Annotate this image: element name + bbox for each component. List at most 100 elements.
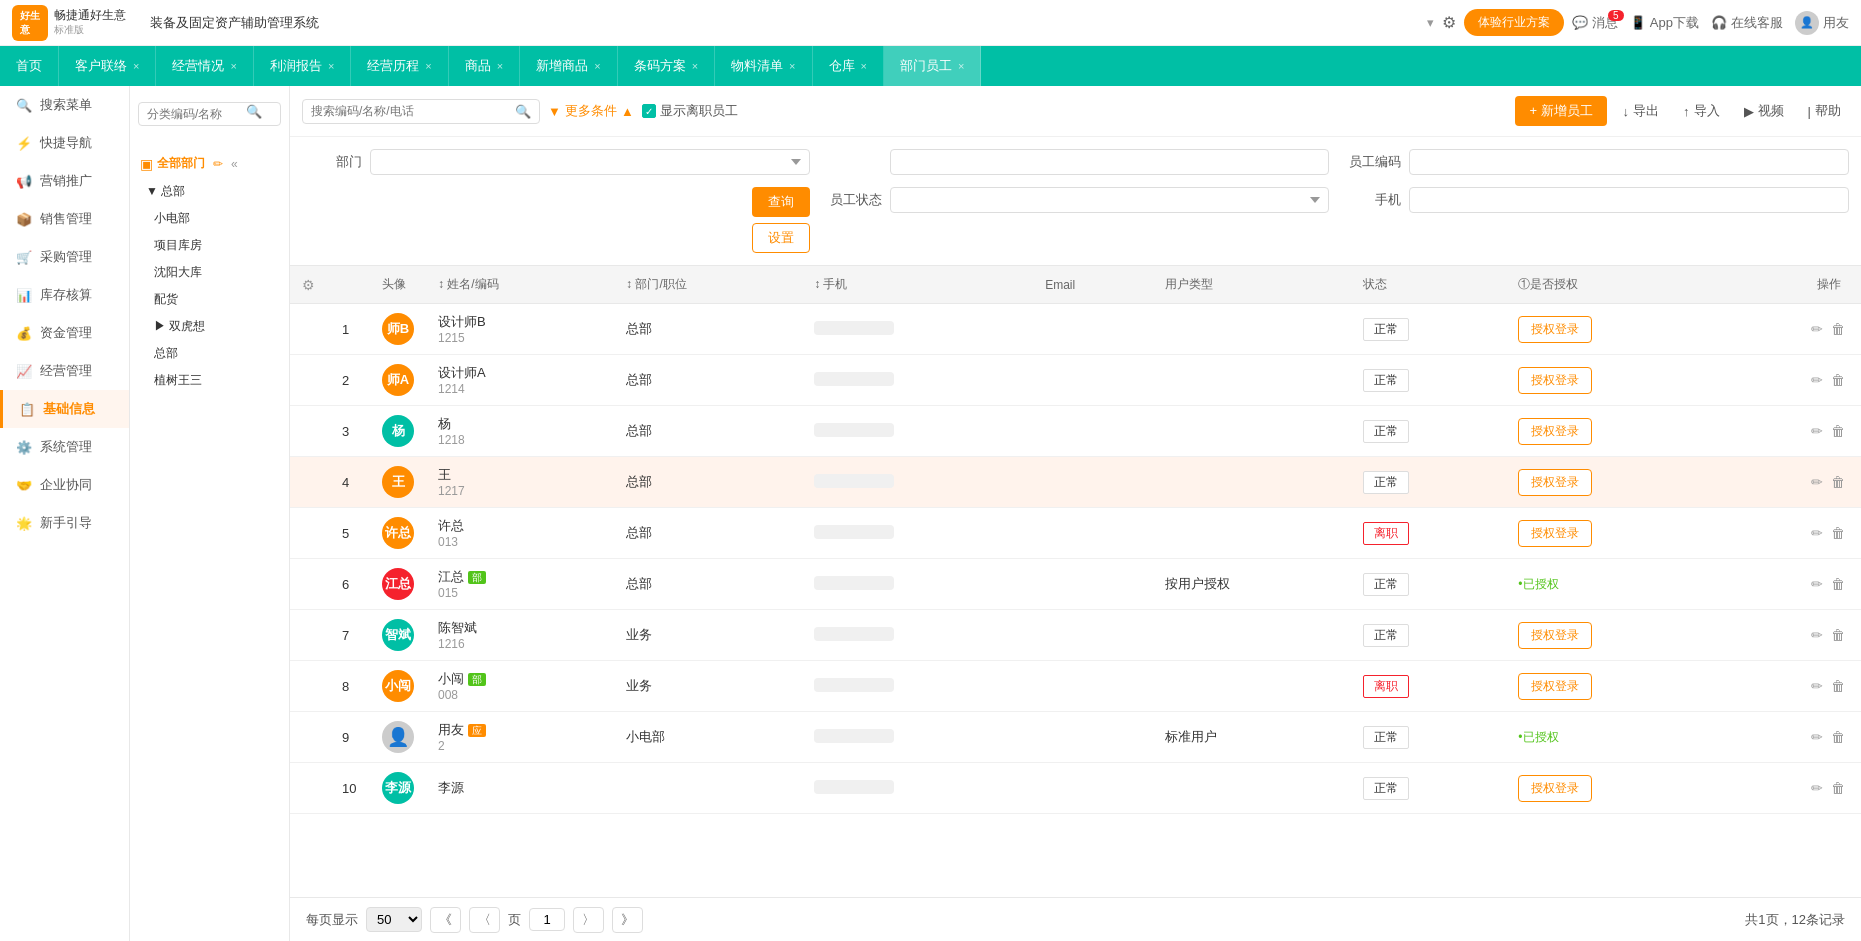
- sidebar-item-sales[interactable]: 📦销售管理: [0, 200, 129, 238]
- nav-tab-close-条码方案[interactable]: ×: [692, 60, 698, 72]
- nav-tab-close-经营历程[interactable]: ×: [425, 60, 431, 72]
- export-button[interactable]: ↓ 导出: [1615, 98, 1668, 124]
- edit-button[interactable]: ✏: [1811, 372, 1823, 388]
- dept-all-label[interactable]: 全部部门: [157, 155, 205, 172]
- page-number-input[interactable]: [529, 908, 565, 931]
- nav-tab-close-部门员工[interactable]: ×: [958, 60, 964, 72]
- add-employee-button[interactable]: + 新增员工: [1515, 96, 1606, 126]
- next-page-button[interactable]: 〉: [573, 907, 604, 933]
- sidebar-item-guide[interactable]: 🌟新手引导: [0, 504, 129, 542]
- sidebar-item-inventory[interactable]: 📊库存核算: [0, 276, 129, 314]
- dept-node-总部[interactable]: 总部: [130, 340, 289, 367]
- filter-emp-name-input[interactable]: [890, 149, 1330, 175]
- nav-tab-商品[interactable]: 商品×: [449, 46, 520, 86]
- sidebar-item-quicknav[interactable]: ⚡快捷导航: [0, 124, 129, 162]
- dept-node-总部[interactable]: ▼ 总部: [130, 178, 289, 205]
- delete-button[interactable]: 🗑: [1831, 627, 1845, 643]
- auth-login-button[interactable]: 授权登录: [1518, 367, 1592, 394]
- delete-button[interactable]: 🗑: [1831, 372, 1845, 388]
- nav-tab-close-仓库[interactable]: ×: [861, 60, 867, 72]
- dept-node-小电部[interactable]: 小电部: [130, 205, 289, 232]
- sidebar-item-system[interactable]: ⚙️系统管理: [0, 428, 129, 466]
- query-button[interactable]: 查询: [752, 187, 810, 217]
- nav-tab-新增商品[interactable]: 新增商品×: [520, 46, 617, 86]
- auth-login-button[interactable]: 授权登录: [1518, 316, 1592, 343]
- nav-tab-经营情况[interactable]: 经营情况×: [156, 46, 253, 86]
- help-button[interactable]: | 帮助: [1800, 98, 1849, 124]
- edit-button[interactable]: ✏: [1811, 678, 1823, 694]
- auth-login-button[interactable]: 授权登录: [1518, 520, 1592, 547]
- sidebar-item-marketing[interactable]: 📢营销推广: [0, 162, 129, 200]
- delete-button[interactable]: 🗑: [1831, 423, 1845, 439]
- user-menu-button[interactable]: 👤 用友: [1795, 11, 1849, 35]
- nav-tab-仓库[interactable]: 仓库×: [813, 46, 884, 86]
- more-filter-button[interactable]: ▼ 更多条件 ▲: [548, 102, 634, 120]
- auth-login-button[interactable]: 授权登录: [1518, 622, 1592, 649]
- delete-button[interactable]: 🗑: [1831, 321, 1845, 337]
- per-page-select[interactable]: 50 20 100: [366, 907, 422, 932]
- auth-login-button[interactable]: 授权登录: [1518, 469, 1592, 496]
- dept-collapse-icon[interactable]: «: [231, 157, 238, 171]
- dept-node-沈阳大库[interactable]: 沈阳大库: [130, 259, 289, 286]
- nav-tab-close-新增商品[interactable]: ×: [594, 60, 600, 72]
- app-download-button[interactable]: 📱 App下载: [1630, 14, 1699, 32]
- nav-tab-close-商品[interactable]: ×: [497, 60, 503, 72]
- edit-button[interactable]: ✏: [1811, 423, 1823, 439]
- prev-page-button[interactable]: 〈: [469, 907, 500, 933]
- employee-search-input[interactable]: [311, 104, 511, 118]
- delete-button[interactable]: 🗑: [1831, 525, 1845, 541]
- dept-node-植树王三[interactable]: 植树王三: [130, 367, 289, 394]
- nav-tab-close-利润报告[interactable]: ×: [328, 60, 334, 72]
- edit-button[interactable]: ✏: [1811, 474, 1823, 490]
- dept-node-双虎想[interactable]: ▶ 双虎想: [130, 313, 289, 340]
- sidebar-item-collab[interactable]: 🤝企业协同: [0, 466, 129, 504]
- filter-emp-code-input[interactable]: [1409, 149, 1849, 175]
- sidebar-item-basic[interactable]: 📋基础信息: [0, 390, 129, 428]
- dept-node-项目库房[interactable]: 项目库房: [130, 232, 289, 259]
- delete-button[interactable]: 🗑: [1831, 576, 1845, 592]
- show-resign-toggle[interactable]: ✓ 显示离职员工: [642, 102, 738, 120]
- nav-tab-客户联络[interactable]: 客户联络×: [59, 46, 156, 86]
- nav-tab-条码方案[interactable]: 条码方案×: [618, 46, 715, 86]
- dept-edit-icon[interactable]: ✏: [213, 157, 223, 171]
- message-button[interactable]: 💬 消息 5: [1572, 14, 1618, 32]
- dropdown-arrow[interactable]: ▾: [1427, 15, 1434, 30]
- nav-tab-close-经营情况[interactable]: ×: [230, 60, 236, 72]
- settings-icon[interactable]: ⚙: [1442, 13, 1456, 32]
- auth-login-button[interactable]: 授权登录: [1518, 775, 1592, 802]
- filter-dept-select[interactable]: [370, 149, 810, 175]
- filter-phone-input[interactable]: [1409, 187, 1849, 213]
- col-settings-icon[interactable]: ⚙: [302, 277, 315, 293]
- search-icon[interactable]: 🔍: [515, 104, 531, 119]
- trial-button[interactable]: 体验行业方案: [1464, 9, 1564, 36]
- sidebar-item-operations[interactable]: 📈经营管理: [0, 352, 129, 390]
- nav-tab-close-客户联络[interactable]: ×: [133, 60, 139, 72]
- edit-button[interactable]: ✏: [1811, 576, 1823, 592]
- nav-tab-利润报告[interactable]: 利润报告×: [254, 46, 351, 86]
- video-button[interactable]: ▶ 视频: [1736, 98, 1792, 124]
- edit-button[interactable]: ✏: [1811, 729, 1823, 745]
- delete-button[interactable]: 🗑: [1831, 678, 1845, 694]
- show-resign-checkbox[interactable]: ✓: [642, 104, 656, 118]
- delete-button[interactable]: 🗑: [1831, 780, 1845, 796]
- nav-tab-首页[interactable]: 首页: [0, 46, 59, 86]
- edit-button[interactable]: ✏: [1811, 321, 1823, 337]
- nav-tab-经营历程[interactable]: 经营历程×: [351, 46, 448, 86]
- sidebar-item-search[interactable]: 🔍搜索菜单: [0, 86, 129, 124]
- first-page-button[interactable]: 《: [430, 907, 461, 933]
- set-button[interactable]: 设置: [752, 223, 810, 253]
- nav-tab-物料清单[interactable]: 物料清单×: [715, 46, 812, 86]
- import-button[interactable]: ↑ 导入: [1675, 98, 1728, 124]
- dept-node-配货[interactable]: 配货: [130, 286, 289, 313]
- nav-tab-部门员工[interactable]: 部门员工×: [884, 46, 981, 86]
- last-page-button[interactable]: 》: [612, 907, 643, 933]
- auth-login-button[interactable]: 授权登录: [1518, 418, 1592, 445]
- delete-button[interactable]: 🗑: [1831, 729, 1845, 745]
- auth-login-button[interactable]: 授权登录: [1518, 673, 1592, 700]
- edit-button[interactable]: ✏: [1811, 525, 1823, 541]
- service-button[interactable]: 🎧 在线客服: [1711, 14, 1783, 32]
- delete-button[interactable]: 🗑: [1831, 474, 1845, 490]
- nav-tab-close-物料清单[interactable]: ×: [789, 60, 795, 72]
- edit-button[interactable]: ✏: [1811, 627, 1823, 643]
- sidebar-item-finance[interactable]: 💰资金管理: [0, 314, 129, 352]
